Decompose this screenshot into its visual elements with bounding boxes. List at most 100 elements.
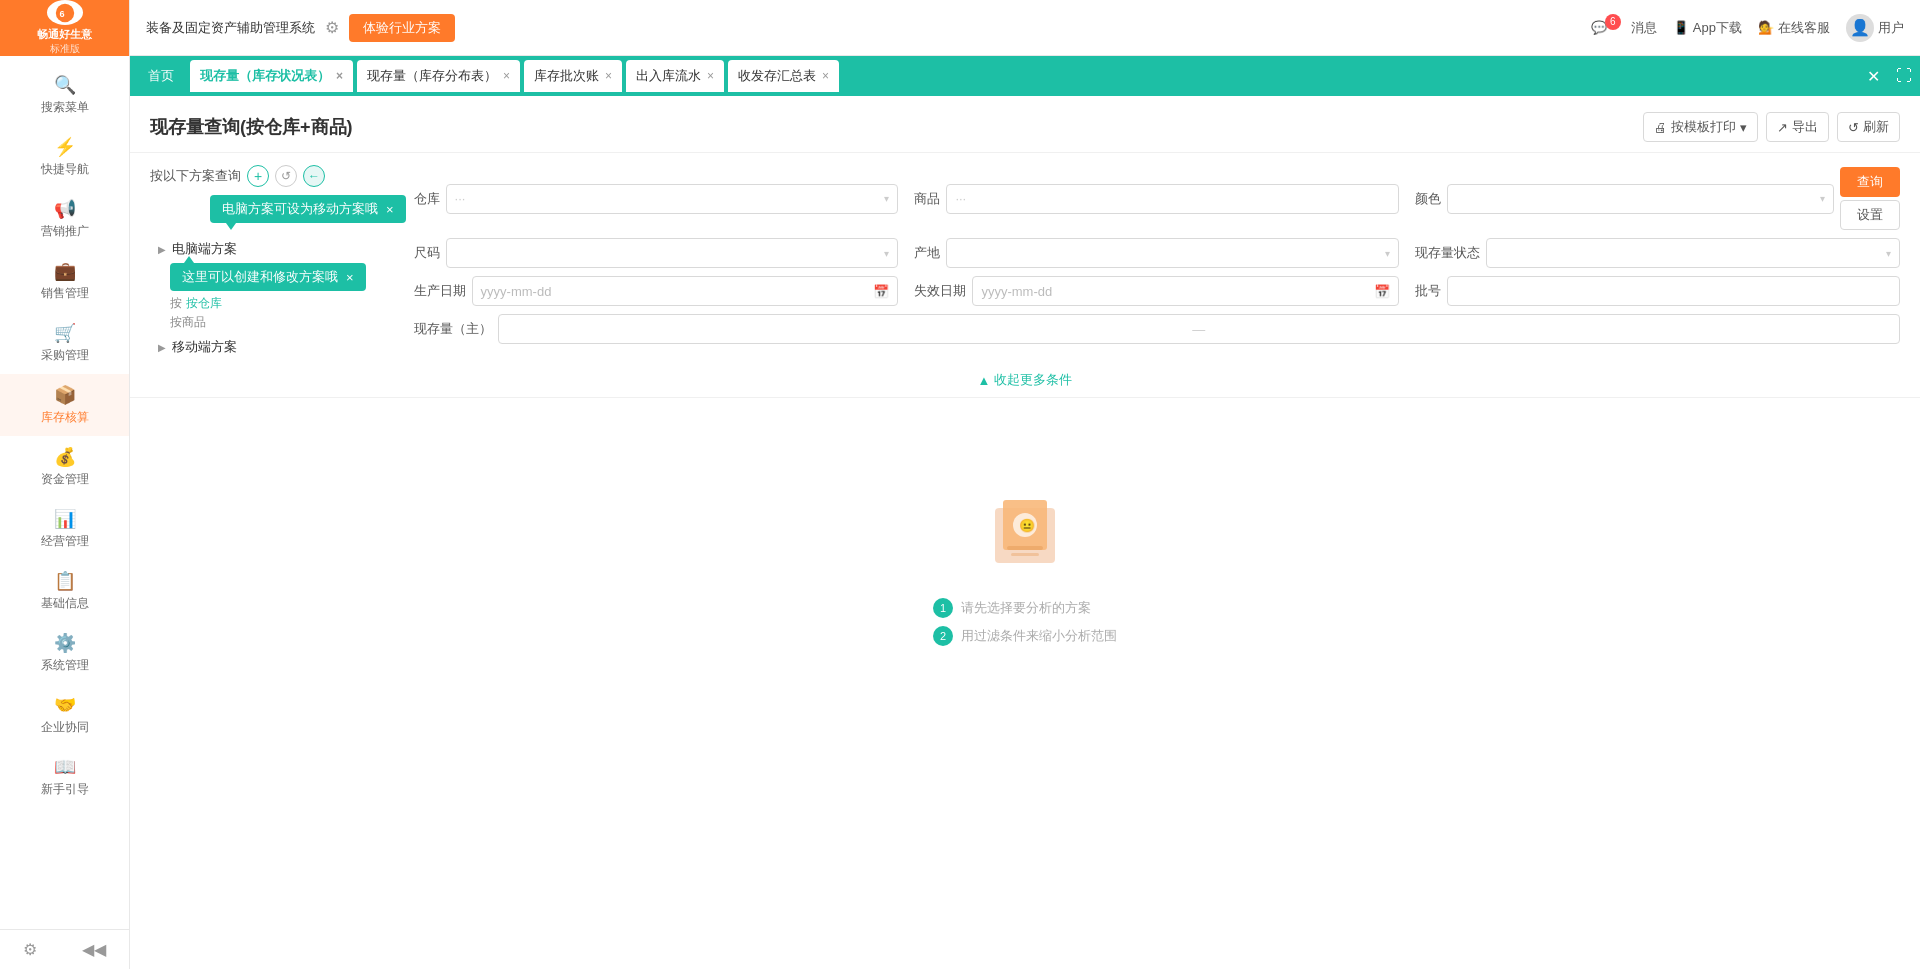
tab-close-4[interactable]: × (822, 69, 829, 83)
sidebar-item-label: 资金管理 (41, 471, 89, 488)
reset-button[interactable]: 设置 (1840, 200, 1900, 230)
guide-icon: 📖 (54, 756, 76, 778)
scheme-tree: ▶ 电脑端方案 这里可以创建和修改方案哦 × 按按仓库 (150, 237, 406, 359)
settings-footer-icon[interactable]: ⚙ (23, 940, 37, 959)
stock-main-from[interactable] (505, 322, 1189, 337)
app-download-label: App下载 (1693, 19, 1742, 37)
refresh-button[interactable]: ↺ 刷新 (1837, 112, 1900, 142)
origin-select[interactable]: ▾ (946, 238, 1399, 268)
sidebar-item-guide[interactable]: 📖 新手引导 (0, 746, 129, 808)
user-item[interactable]: 👤 用户 (1846, 14, 1904, 42)
sidebar-item-search[interactable]: 🔍 搜索菜单 (0, 64, 129, 126)
sidebar-item-nav[interactable]: ⚡ 快捷导航 (0, 126, 129, 188)
print-button[interactable]: 🖨 按模板打印 ▾ (1643, 112, 1758, 142)
sales-icon: 💼 (54, 260, 76, 282)
tab-label-4: 收发存汇总表 (738, 67, 816, 85)
stock-main-label: 现存量（主） (414, 320, 492, 338)
sidebar-item-finance[interactable]: 💰 资金管理 (0, 436, 129, 498)
svg-text:6: 6 (59, 8, 64, 18)
origin-label: 产地 (914, 244, 940, 262)
warehouse-select[interactable]: ··· ▾ (446, 184, 899, 214)
message-item[interactable]: 💬 6 消息 (1591, 19, 1657, 37)
batch-label: 批号 (1415, 282, 1441, 300)
basic-icon: 📋 (54, 570, 76, 592)
header-left: 装备及固定资产辅助管理系统 ⚙ 体验行业方案 (146, 14, 455, 42)
prod-date-input[interactable]: yyyy-mm-dd 📅 (472, 276, 899, 306)
batch-input[interactable] (1447, 276, 1900, 306)
refresh-scheme-button[interactable]: ↺ (275, 165, 297, 187)
settings-icon[interactable]: ⚙ (325, 18, 339, 37)
tab-maximize-icon[interactable]: ⛶ (1892, 67, 1916, 85)
tab-close-2[interactable]: × (605, 69, 612, 83)
experience-button[interactable]: 体验行业方案 (349, 14, 455, 42)
scheme-tooltip-close[interactable]: × (386, 202, 394, 217)
tab-label-1: 现存量（库存分布表） (367, 67, 497, 85)
arrow-scheme-button[interactable]: ← (303, 165, 325, 187)
edit-tooltip-close[interactable]: × (346, 270, 354, 285)
tab-item-4[interactable]: 收发存汇总表 × (728, 60, 839, 92)
size-label: 尺码 (414, 244, 440, 262)
sidebar-item-sales[interactable]: 💼 销售管理 (0, 250, 129, 312)
search-button[interactable]: 查询 (1840, 167, 1900, 197)
sidebar-item-system[interactable]: ⚙️ 系统管理 (0, 622, 129, 684)
svg-text:😐: 😐 (1019, 517, 1036, 534)
empty-step-2: 2 用过滤条件来缩小分析范围 (933, 626, 1117, 646)
sidebar-item-marketing[interactable]: 📢 营销推广 (0, 188, 129, 250)
stock-main-to[interactable] (1209, 322, 1893, 337)
sidebar-item-operations[interactable]: 📊 经营管理 (0, 498, 129, 560)
size-select[interactable]: ▾ (446, 238, 899, 268)
filter-section: 按以下方案查询 + ↺ ← 电脑方案可设为移动方案哦 × ▶ 电脑 (130, 153, 1920, 397)
inventory-icon: 📦 (54, 384, 76, 406)
add-scheme-button[interactable]: + (247, 165, 269, 187)
collapse-sidebar-icon[interactable]: ◀◀ (82, 940, 106, 959)
sidebar-item-label: 营销推广 (41, 223, 89, 240)
print-icon: 🖨 (1654, 120, 1667, 135)
color-select[interactable]: ▾ (1447, 184, 1834, 214)
goods-select[interactable]: ··· (946, 184, 1399, 214)
mobile-scheme-item[interactable]: ▶ 移动端方案 (150, 335, 406, 359)
tab-close-3[interactable]: × (707, 69, 714, 83)
user-avatar: 👤 (1846, 14, 1874, 42)
sidebar-item-label: 企业协同 (41, 719, 89, 736)
goods-field: 商品 ··· (914, 184, 1399, 214)
tab-item-2[interactable]: 库存批次账 × (524, 60, 622, 92)
sidebar-item-basic[interactable]: 📋 基础信息 (0, 560, 129, 622)
print-label: 按模板打印 (1671, 118, 1736, 136)
tab-close-0[interactable]: × (336, 69, 343, 83)
sidebar-item-collab[interactable]: 🤝 企业协同 (0, 684, 129, 746)
sidebar-footer: ⚙ ◀◀ (0, 929, 129, 969)
finance-icon: 💰 (54, 446, 76, 468)
sidebar-item-purchase[interactable]: 🛒 采购管理 (0, 312, 129, 374)
sidebar-item-label: 新手引导 (41, 781, 89, 798)
edit-tooltip-text: 这里可以创建和修改方案哦 (182, 268, 338, 286)
collapse-label: 收起更多条件 (994, 371, 1072, 389)
stock-status-select[interactable]: ▾ (1486, 238, 1900, 268)
refresh-label: 刷新 (1863, 118, 1889, 136)
collapse-button[interactable]: ▲ 收起更多条件 (150, 363, 1900, 397)
search-menu-icon: 🔍 (54, 74, 76, 96)
step-num-1: 1 (933, 598, 953, 618)
tab-item-3[interactable]: 出入库流水 × (626, 60, 724, 92)
page-title: 现存量查询(按仓库+商品) (150, 115, 353, 139)
tab-close-all-icon[interactable]: ✕ (1863, 67, 1884, 86)
stock-status-field: 现存量状态 ▾ (1415, 238, 1900, 268)
tab-item-0[interactable]: 现存量（库存状况表） × (190, 60, 353, 92)
tab-item-1[interactable]: 现存量（库存分布表） × (357, 60, 520, 92)
sidebar-item-label: 搜索菜单 (41, 99, 89, 116)
stock-status-arrow: ▾ (1886, 248, 1891, 259)
color-field: 颜色 ▾ (1415, 184, 1834, 214)
expire-date-input[interactable]: yyyy-mm-dd 📅 (972, 276, 1399, 306)
sidebar: 6 畅通好生意 标准版 🔍 搜索菜单 ⚡ 快捷导航 📢 营销推广 💼 销售管理 … (0, 0, 130, 969)
online-support-item[interactable]: 💁 在线客服 (1758, 19, 1830, 37)
phone-icon: 📱 (1673, 20, 1689, 35)
app-download-item[interactable]: 📱 App下载 (1673, 19, 1742, 37)
export-button[interactable]: ↗ 导出 (1766, 112, 1829, 142)
sidebar-item-inventory[interactable]: 📦 库存核算 (0, 374, 129, 436)
origin-arrow: ▾ (1385, 248, 1390, 259)
system-name: 装备及固定资产辅助管理系统 (146, 19, 315, 37)
color-arrow: ▾ (1820, 193, 1825, 204)
tab-label-2: 库存批次账 (534, 67, 599, 85)
tab-close-1[interactable]: × (503, 69, 510, 83)
color-label: 颜色 (1415, 190, 1441, 208)
tab-home[interactable]: 首页 (134, 56, 188, 96)
